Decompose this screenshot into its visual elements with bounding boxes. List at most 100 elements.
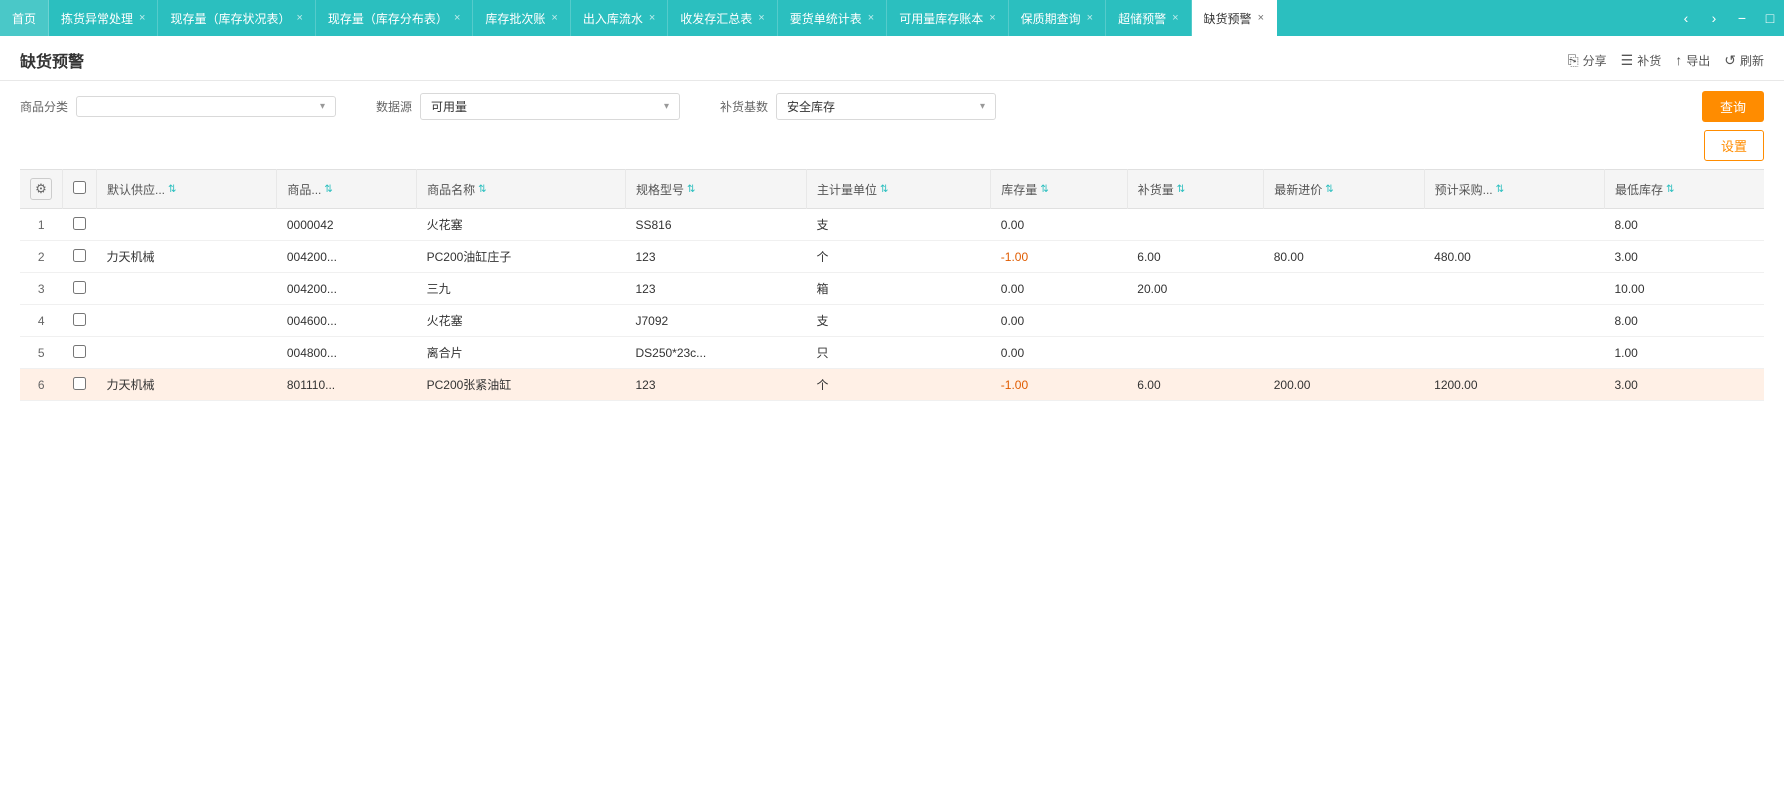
row-name-0: 火花塞 (417, 209, 626, 241)
category-select[interactable]: ▾ (76, 96, 336, 117)
th-min-stock-label: 最低库存 (1615, 181, 1663, 198)
th-latest-price-label: 最新进价 (1274, 181, 1322, 198)
replenish-qty-sort-icon[interactable]: ⇅ (1177, 184, 1185, 195)
row-checkbox-1[interactable] (73, 249, 86, 262)
table-row: 1 0000042 火花塞 SS816 支 0.00 8.00 (20, 209, 1764, 241)
th-stock-label: 库存量 (1001, 181, 1037, 198)
tab-item-3[interactable]: 现存量（库存分布表）× (316, 0, 473, 36)
table-row: 2 力天机械 004200... PC200油缸庄子 123 个 -1.00 6… (20, 241, 1764, 273)
th-product-name-label: 商品名称 (427, 181, 475, 198)
share-button[interactable]: ⎘ 分享 (1567, 52, 1606, 69)
row-min-stock-3: 8.00 (1605, 305, 1765, 337)
th-replenish-qty-label: 补货量 (1138, 181, 1174, 198)
tab-item-7[interactable]: 要货单统计表× (778, 0, 887, 36)
query-button[interactable]: 查询 (1702, 91, 1764, 122)
tab-item-4[interactable]: 库存批次账× (473, 0, 570, 36)
tab-minimize-btn[interactable]: − (1728, 0, 1756, 36)
tab-item-10[interactable]: 超储预警× (1106, 0, 1191, 36)
datasource-value: 可用量 (431, 98, 467, 115)
refresh-button[interactable]: ↺ 刷新 (1724, 52, 1764, 69)
estimated-purchase-sort-icon[interactable]: ⇅ (1496, 184, 1504, 195)
row-code-1: 004200... (277, 241, 417, 273)
row-estimated-purchase-4 (1424, 337, 1604, 369)
row-code-5: 801110... (277, 369, 417, 401)
tab-close-7[interactable]: × (868, 12, 874, 24)
tab-item-2[interactable]: 现存量（库存状况表）× (158, 0, 315, 36)
replenish-basis-value: 安全库存 (787, 98, 835, 115)
tab-item-9[interactable]: 保质期查询× (1009, 0, 1106, 36)
tab-close-5[interactable]: × (649, 12, 655, 24)
product-code-sort-icon[interactable]: ⇅ (324, 184, 332, 195)
row-checkbox-0[interactable] (73, 217, 86, 230)
datasource-select[interactable]: 可用量 ▾ (420, 93, 680, 120)
row-estimated-purchase-0 (1424, 209, 1604, 241)
th-estimated-purchase-label: 预计采购... (1435, 181, 1493, 198)
row-name-4: 离合片 (417, 337, 626, 369)
tab-item-5[interactable]: 出入库流水× (571, 0, 668, 36)
row-num-2: 3 (20, 273, 63, 305)
select-all-checkbox[interactable] (73, 181, 86, 194)
row-name-1: PC200油缸庄子 (417, 241, 626, 273)
row-checkbox-cell-3 (63, 305, 97, 337)
tab-item-1[interactable]: 拣货异常处理× (49, 0, 158, 36)
replenish-basis-select[interactable]: 安全库存 ▾ (776, 93, 996, 120)
tab-close-4[interactable]: × (551, 12, 557, 24)
th-settings: ⚙ (20, 170, 63, 209)
tab-maximize-btn[interactable]: □ (1756, 0, 1784, 36)
datasource-label: 数据源 (376, 98, 412, 115)
tab-close-8[interactable]: × (989, 12, 995, 24)
default-supplier-sort-icon[interactable]: ⇅ (168, 184, 176, 195)
row-num-5: 6 (20, 369, 63, 401)
category-chevron-icon: ▾ (320, 101, 325, 112)
tab-item-8[interactable]: 可用量库存账本× (887, 0, 1008, 36)
settings-btn-row: 设置 (0, 122, 1784, 169)
unit-sort-icon[interactable]: ⇅ (880, 184, 888, 195)
row-replenish-qty-1: 6.00 (1127, 241, 1263, 273)
th-latest-price: 最新进价 ⇅ (1264, 170, 1424, 209)
filter-row: 商品分类 ▾ 数据源 可用量 ▾ 补货基数 安全库存 ▾ 查询 (0, 81, 1784, 122)
row-checkbox-3[interactable] (73, 313, 86, 326)
row-checkbox-2[interactable] (73, 281, 86, 294)
tab-prev-btn[interactable]: ‹ (1672, 0, 1700, 36)
latest-price-sort-icon[interactable]: ⇅ (1325, 184, 1333, 195)
row-checkbox-cell-5 (63, 369, 97, 401)
export-button[interactable]: ↑ 导出 (1675, 52, 1710, 69)
header-actions: ⎘ 分享 ☰ 补货 ↑ 导出 ↺ 刷新 (1567, 52, 1764, 69)
row-code-2: 004200... (277, 273, 417, 305)
tab-item-6[interactable]: 收发存汇总表× (668, 0, 777, 36)
row-checkbox-4[interactable] (73, 345, 86, 358)
tab-close-10[interactable]: × (1172, 12, 1178, 24)
th-product-code: 商品... ⇅ (277, 170, 417, 209)
row-checkbox-5[interactable] (73, 377, 86, 390)
tab-close-9[interactable]: × (1087, 12, 1093, 24)
tab-close-1[interactable]: × (139, 12, 145, 24)
table-gear-icon[interactable]: ⚙ (30, 178, 52, 200)
replenish-basis-filter-group: 补货基数 安全库存 ▾ (720, 93, 996, 120)
tab-item-11[interactable]: 缺货预警× (1192, 0, 1277, 36)
tab-next-btn[interactable]: › (1700, 0, 1728, 36)
row-spec-0: SS816 (625, 209, 806, 241)
row-replenish-qty-4 (1127, 337, 1263, 369)
spec-sort-icon[interactable]: ⇅ (687, 184, 695, 195)
main-content: 缺货预警 ⎘ 分享 ☰ 补货 ↑ 导出 ↺ 刷新 商品分类 (0, 36, 1784, 796)
tab-item-0[interactable]: 首页 (0, 0, 49, 36)
tab-close-11[interactable]: × (1258, 12, 1264, 24)
row-stock-5: -1.00 (991, 369, 1127, 401)
tab-close-6[interactable]: × (758, 12, 764, 24)
replenish-basis-chevron-icon: ▾ (980, 101, 985, 112)
row-checkbox-cell-0 (63, 209, 97, 241)
row-estimated-purchase-5: 1200.00 (1424, 369, 1604, 401)
replenish-button[interactable]: ☰ 补货 (1621, 52, 1662, 69)
tab-close-2[interactable]: × (296, 12, 302, 24)
settings-button[interactable]: 设置 (1704, 130, 1764, 161)
category-filter-group: 商品分类 ▾ (20, 96, 336, 117)
row-estimated-purchase-3 (1424, 305, 1604, 337)
row-num-3: 4 (20, 305, 63, 337)
min-stock-sort-icon[interactable]: ⇅ (1666, 184, 1674, 195)
tab-close-3[interactable]: × (454, 12, 460, 24)
product-name-sort-icon[interactable]: ⇅ (478, 184, 486, 195)
table-header-row: ⚙ 默认供应... ⇅ 商品... ⇅ (20, 170, 1764, 209)
stock-sort-icon[interactable]: ⇅ (1040, 184, 1048, 195)
row-stock-3: 0.00 (991, 305, 1127, 337)
row-min-stock-2: 10.00 (1605, 273, 1765, 305)
